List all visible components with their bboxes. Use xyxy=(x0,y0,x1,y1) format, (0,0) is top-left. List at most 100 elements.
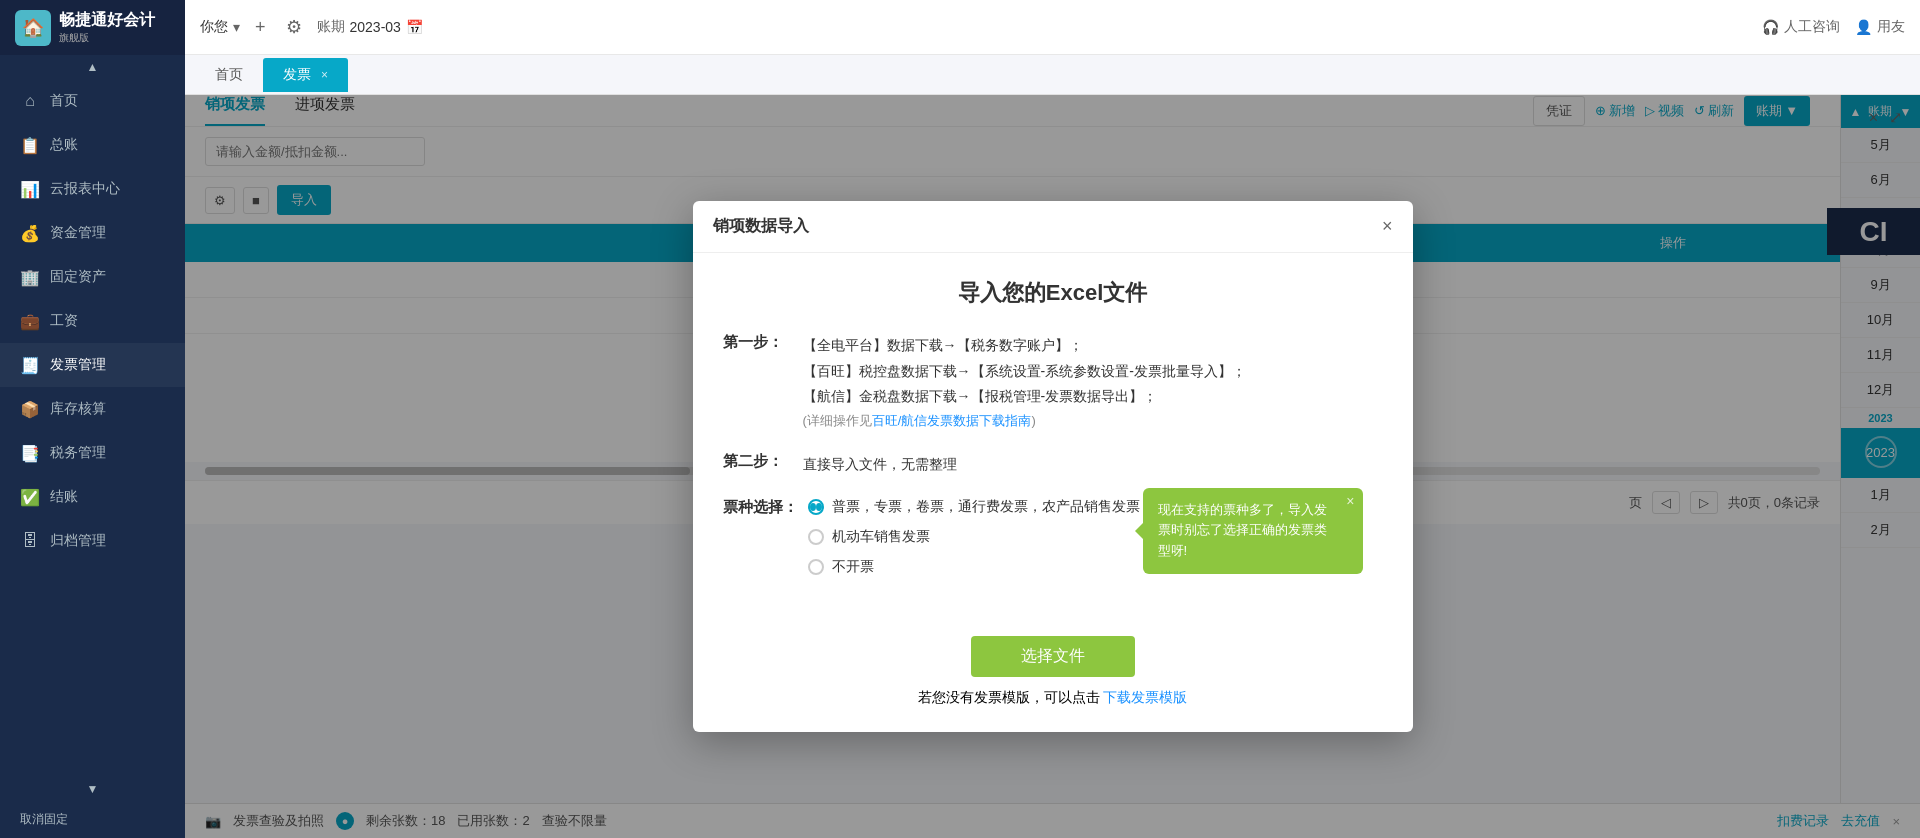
tab-home[interactable]: 首页 xyxy=(195,58,263,92)
import-modal: 销项数据导入 × 导入您的Excel文件 第一步： 【全电平台】数据下载→【税务… xyxy=(693,201,1413,731)
user-icon: 👤 xyxy=(1855,19,1872,35)
sidebar-item-label: 税务管理 xyxy=(50,444,106,462)
tax-icon: 📑 xyxy=(20,443,40,463)
sidebar-item-salary[interactable]: 💼 工资 xyxy=(0,299,185,343)
sidebar-item-fixed-assets[interactable]: 🏢 固定资产 xyxy=(0,255,185,299)
inventory-icon: 📦 xyxy=(20,399,40,419)
sidebar-item-label: 归档管理 xyxy=(50,532,106,550)
topbar: 你您 ▾ + ⚙ 账期 2023-03 📅 🎧 人工咨询 👤 用友 xyxy=(185,0,1920,55)
logo-badge: 旗舰版 xyxy=(59,31,155,45)
sidebar-item-label: 固定资产 xyxy=(50,268,106,286)
step2-label: 第二步： xyxy=(723,452,793,471)
calendar-icon[interactable]: 📅 xyxy=(406,19,423,35)
ledger-icon: 📋 xyxy=(20,135,40,155)
radio-normal[interactable]: 普票，专票，卷票，通行费发票，农产品销售发票 xyxy=(808,498,1140,516)
tooltip-close-btn[interactable]: × xyxy=(1346,493,1354,509)
step2-content: 直接导入文件，无需整理 xyxy=(803,452,957,477)
step1-note: (详细操作见百旺/航信发票数据下载指南) xyxy=(803,409,1246,432)
radio-motor-label: 机动车销售发票 xyxy=(832,528,930,546)
content-area: 销项发票 进项发票 凭证 ⊕ 新增 ▷ 视频 xyxy=(185,95,1920,838)
modal-step1: 第一步： 【全电平台】数据下载→【税务数字账户】； 【百旺】税控盘数据下载→【系… xyxy=(723,333,1383,432)
company-arrow-icon: ▾ xyxy=(233,19,240,35)
sidebar-scroll-up[interactable]: ▲ xyxy=(0,55,185,79)
consult-label: 人工咨询 xyxy=(1784,18,1840,36)
consult-button[interactable]: 🎧 人工咨询 xyxy=(1762,18,1840,36)
sidebar-nav: ⌂ 首页 📋 总账 📊 云报表中心 💰 资金管理 🏢 固定资产 💼 工资 xyxy=(0,79,185,777)
step1-content: 【全电平台】数据下载→【税务数字账户】； 【百旺】税控盘数据下载→【系统设置-系… xyxy=(803,333,1246,432)
period-value: 2023-03 xyxy=(350,19,401,35)
modal-header: 销项数据导入 × xyxy=(693,201,1413,253)
salary-icon: 💼 xyxy=(20,311,40,331)
select-file-button[interactable]: 选择文件 xyxy=(971,636,1135,677)
sidebar-logo: 🏠 畅捷通好会计 旗舰版 xyxy=(0,0,185,55)
company-name: 你您 xyxy=(200,18,228,36)
sidebar-item-fund[interactable]: 💰 资金管理 xyxy=(0,211,185,255)
sidebar-item-label: 工资 xyxy=(50,312,78,330)
tooltip-text: 现在支持的票种多了，导入发票时别忘了选择正确的发票类型呀! xyxy=(1158,502,1327,559)
sidebar-item-archive[interactable]: 🗄 归档管理 xyxy=(0,519,185,563)
sidebar-item-label: 总账 xyxy=(50,136,78,154)
fixed-assets-icon: 🏢 xyxy=(20,267,40,287)
tab-home-label: 首页 xyxy=(215,66,243,82)
sidebar-cancel-pin[interactable]: 取消固定 xyxy=(0,801,185,838)
step1-label: 第一步： xyxy=(723,333,793,352)
tab-invoice-label: 发票 xyxy=(283,66,311,82)
radio-no-invoice[interactable]: 不开票 xyxy=(808,558,1140,576)
home-icon: ⌂ xyxy=(20,91,40,111)
topbar-right: 🎧 人工咨询 👤 用友 xyxy=(1762,18,1905,36)
headset-icon: 🎧 xyxy=(1762,19,1779,35)
tooltip-box: 现在支持的票种多了，导入发票时别忘了选择正确的发票类型呀! × xyxy=(1143,488,1363,574)
radio-normal-circle xyxy=(808,499,824,515)
modal-title: 销项数据导入 xyxy=(713,216,809,237)
logo-name: 畅捷通好会计 xyxy=(59,11,155,28)
user-label: 用友 xyxy=(1877,18,1905,36)
step1-link[interactable]: 百旺/航信发票数据下载指南 xyxy=(872,413,1032,428)
add-button[interactable]: + xyxy=(250,12,271,43)
period-label: 账期 xyxy=(317,18,345,36)
fund-icon: 💰 xyxy=(20,223,40,243)
sidebar-item-invoice[interactable]: 🧾 发票管理 xyxy=(0,343,185,387)
period-selector[interactable]: 账期 2023-03 📅 xyxy=(317,18,423,36)
sidebar-item-ledger[interactable]: 📋 总账 xyxy=(0,123,185,167)
modal-main-title: 导入您的Excel文件 xyxy=(723,278,1383,308)
tab-invoice[interactable]: 发票 × xyxy=(263,58,348,92)
radio-no-invoice-label: 不开票 xyxy=(832,558,874,576)
radio-no-invoice-circle xyxy=(808,559,824,575)
archive-icon: 🗄 xyxy=(20,531,40,551)
invoice-icon: 🧾 xyxy=(20,355,40,375)
tabbar: 首页 发票 × xyxy=(185,55,1920,95)
radio-motor-circle xyxy=(808,529,824,545)
sidebar-item-home[interactable]: ⌂ 首页 xyxy=(0,79,185,123)
user-button[interactable]: 👤 用友 xyxy=(1855,18,1905,36)
modal-footer-note: 若您没有发票模版，可以点击 下载发票模版 xyxy=(918,689,1188,707)
tab-invoice-close[interactable]: × xyxy=(321,68,328,82)
sidebar-item-tax[interactable]: 📑 税务管理 xyxy=(0,431,185,475)
company-selector[interactable]: 你您 ▾ xyxy=(200,18,240,36)
modal-overlay: 销项数据导入 × 导入您的Excel文件 第一步： 【全电平台】数据下载→【税务… xyxy=(185,95,1920,838)
settle-icon: ✅ xyxy=(20,487,40,507)
modal-close-btn[interactable]: × xyxy=(1382,216,1393,237)
step1-line2: 【百旺】税控盘数据下载→【系统设置-系统参数设置-发票批量导入】； xyxy=(803,359,1246,384)
step1-line1: 【全电平台】数据下载→【税务数字账户】； xyxy=(803,333,1246,358)
step1-line3: 【航信】金税盘数据下载→【报税管理-发票数据导出】； xyxy=(803,384,1246,409)
sidebar-item-label: 首页 xyxy=(50,92,78,110)
sidebar-scroll-down[interactable]: ▼ xyxy=(0,777,185,801)
sidebar-item-cloud-report[interactable]: 📊 云报表中心 xyxy=(0,167,185,211)
radio-group: 普票，专票，卷票，通行费发票，农产品销售发票 机动车销售发票 xyxy=(808,498,1140,576)
sidebar-item-label: 发票管理 xyxy=(50,356,106,374)
settings-icon[interactable]: ⚙ xyxy=(281,11,307,43)
cloud-report-icon: 📊 xyxy=(20,179,40,199)
sidebar-item-label: 库存核算 xyxy=(50,400,106,418)
sidebar-item-inventory[interactable]: 📦 库存核算 xyxy=(0,387,185,431)
radio-normal-label: 普票，专票，卷票，通行费发票，农产品销售发票 xyxy=(832,498,1140,516)
main-area: 你您 ▾ + ⚙ 账期 2023-03 📅 🎧 人工咨询 👤 用友 xyxy=(185,0,1920,838)
sidebar-item-settle[interactable]: ✅ 结账 xyxy=(0,475,185,519)
sidebar-item-label: 云报表中心 xyxy=(50,180,120,198)
modal-body: 导入您的Excel文件 第一步： 【全电平台】数据下载→【税务数字账户】； 【百… xyxy=(693,253,1413,620)
sidebar: 🏠 畅捷通好会计 旗舰版 ▲ ⌂ 首页 📋 总账 📊 云报表中心 💰 资金管理 xyxy=(0,0,185,838)
download-template-link[interactable]: 下载发票模版 xyxy=(1103,689,1187,705)
sidebar-item-label: 资金管理 xyxy=(50,224,106,242)
modal-step2: 第二步： 直接导入文件，无需整理 xyxy=(723,452,1383,477)
radio-motor[interactable]: 机动车销售发票 xyxy=(808,528,1140,546)
sidebar-item-label: 结账 xyxy=(50,488,78,506)
